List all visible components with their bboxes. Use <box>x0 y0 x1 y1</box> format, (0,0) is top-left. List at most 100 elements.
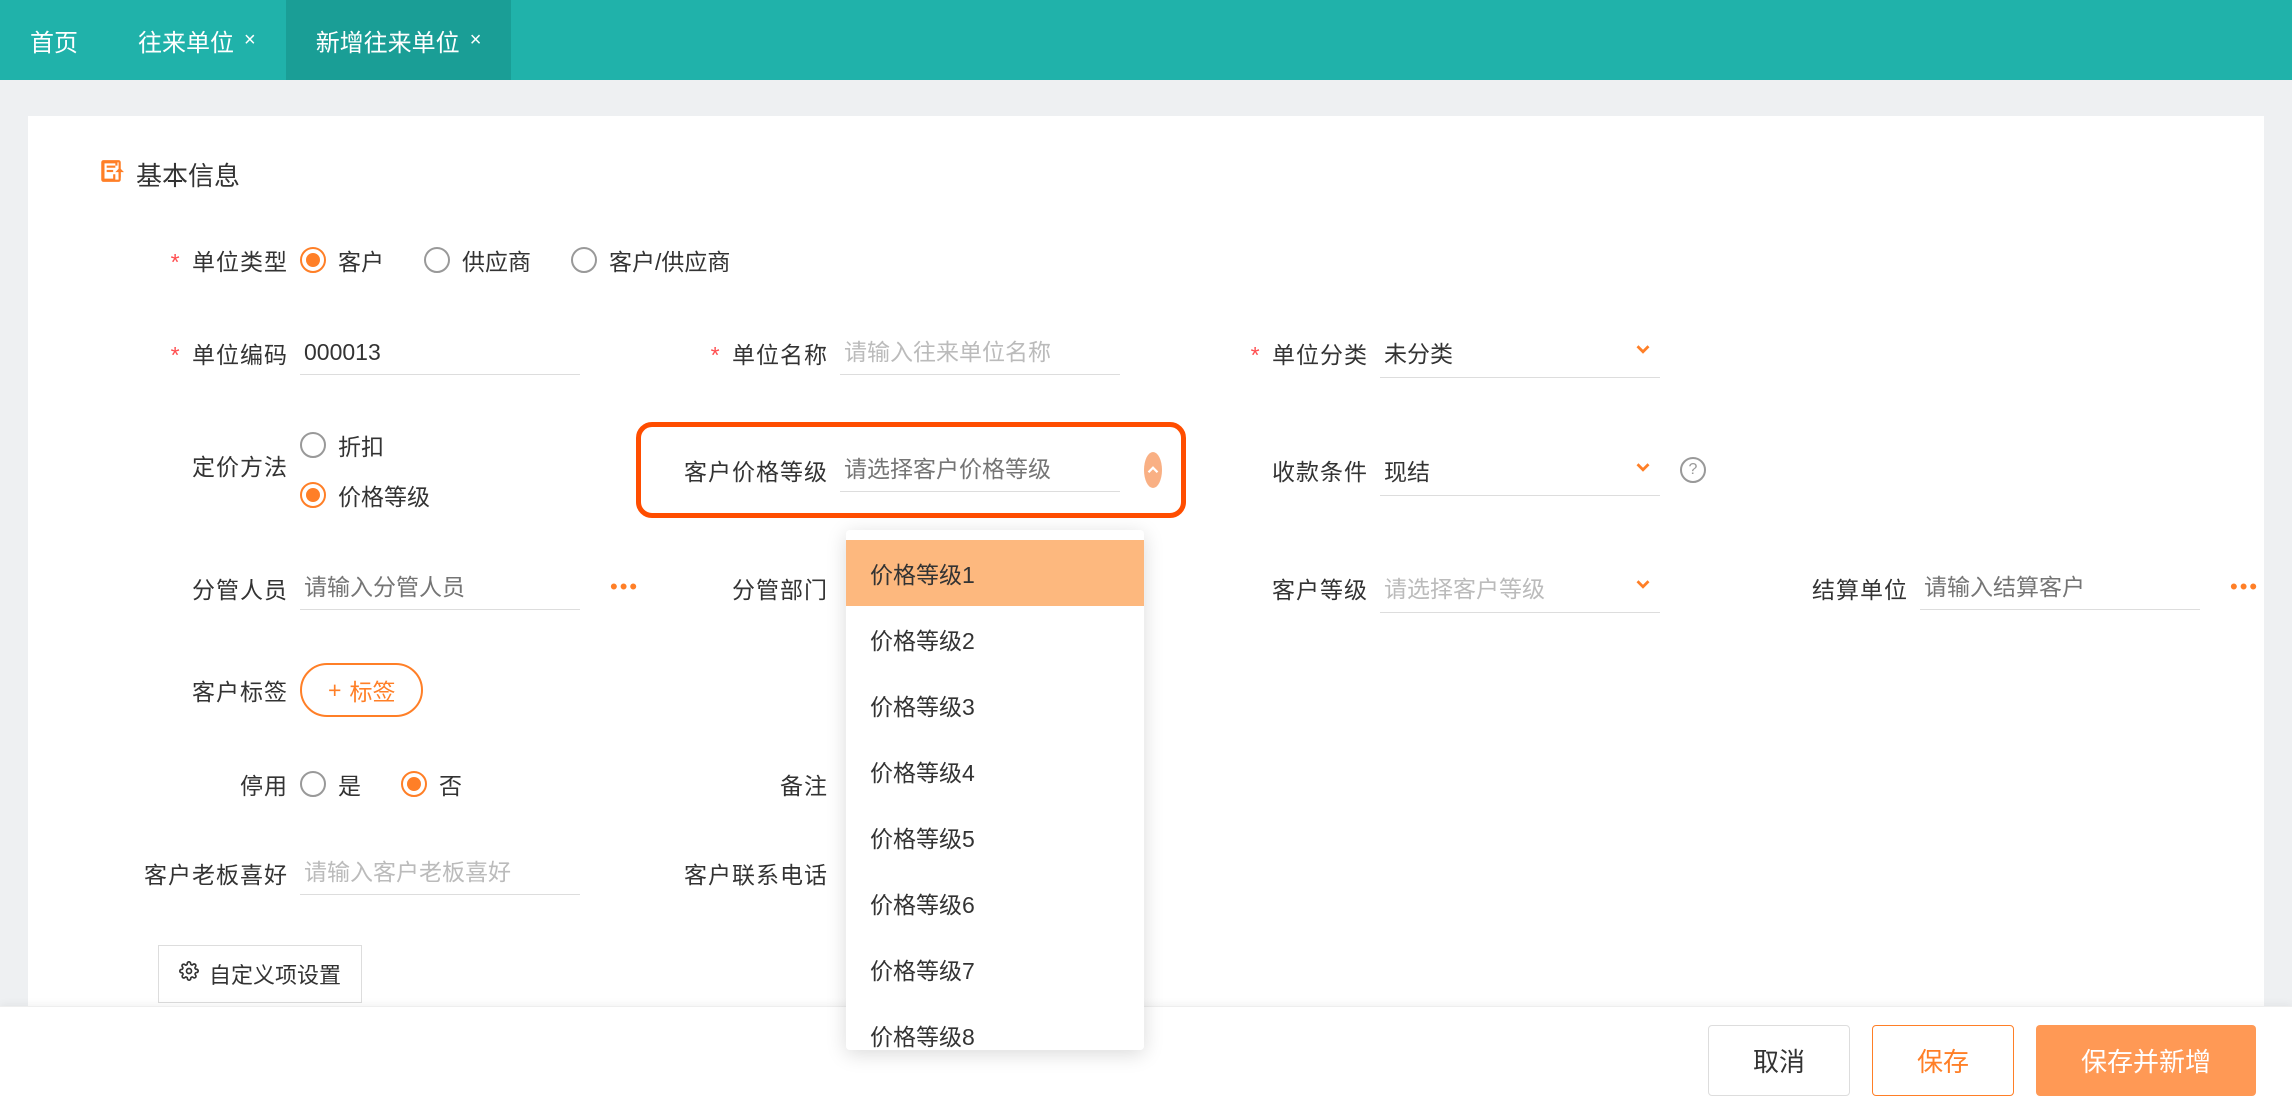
radio-icon <box>401 771 427 797</box>
label-pricing-method: 定价方法 <box>128 428 288 482</box>
label-unit-name: 单位名称 <box>668 336 828 370</box>
dropdown-item[interactable]: 价格等级5 <box>846 804 1144 870</box>
radio-supplier[interactable]: 供应商 <box>424 243 531 277</box>
help-icon[interactable]: ? <box>1680 457 1706 483</box>
tab-contacts[interactable]: 往来单位 × <box>108 0 286 80</box>
chevron-up-icon <box>1144 452 1162 488</box>
label-customer-tag: 客户标签 <box>128 673 288 707</box>
section-header: 基本信息 <box>98 156 2194 193</box>
radio-yes[interactable]: 是 <box>300 767 361 801</box>
radio-label: 客户 <box>338 243 384 277</box>
custom-fields-button[interactable]: 自定义项设置 <box>158 945 362 1003</box>
input-unit-code[interactable] <box>300 331 580 375</box>
radio-label: 是 <box>338 767 361 801</box>
radio-label: 否 <box>439 767 462 801</box>
radio-both[interactable]: 客户/供应商 <box>571 243 730 277</box>
dropdown-price-level[interactable]: 价格等级1 价格等级2 价格等级3 价格等级4 价格等级5 价格等级6 价格等级… <box>846 530 1144 1050</box>
input-settlement[interactable] <box>1920 566 2224 609</box>
chevron-down-icon <box>1626 456 1660 484</box>
select-price-level[interactable] <box>840 448 1120 492</box>
tab-add-contact[interactable]: 新增往来单位 × <box>286 0 512 80</box>
label-manager: 分管人员 <box>128 571 288 605</box>
label-unit-code: 单位编码 <box>128 336 288 370</box>
label-disabled: 停用 <box>128 767 288 801</box>
radio-no[interactable]: 否 <box>401 767 462 801</box>
select-unit-category[interactable]: 未分类 <box>1380 327 1660 378</box>
close-icon[interactable]: × <box>244 29 256 52</box>
gear-icon <box>179 961 199 987</box>
dropdown-item[interactable]: 价格等级1 <box>846 540 1144 606</box>
field-pricing-method: 定价方法 折扣 价格等级 <box>128 428 658 512</box>
radio-group-unit-type: 客户 供应商 客户/供应商 <box>300 243 730 277</box>
dropdown-item[interactable]: 价格等级4 <box>846 738 1144 804</box>
save-button[interactable]: 保存 <box>1872 1025 2014 1096</box>
radio-label: 客户/供应商 <box>609 243 730 277</box>
select-value: 现结 <box>1380 445 1626 495</box>
radio-group-pricing: 折扣 价格等级 <box>300 428 430 512</box>
label-customer-level: 客户等级 <box>1208 571 1368 605</box>
radio-customer[interactable]: 客户 <box>300 243 384 277</box>
section-title: 基本信息 <box>136 156 240 193</box>
radio-group-disabled: 是 否 <box>300 767 462 801</box>
close-icon[interactable]: × <box>470 29 482 52</box>
label-settlement-unit: 结算单位 <box>1748 571 1908 605</box>
input-unit-name[interactable] <box>840 331 1120 375</box>
select-value: 未分类 <box>1380 327 1626 377</box>
more-icon[interactable]: ••• <box>2224 574 2265 600</box>
radio-label: 折扣 <box>338 428 384 462</box>
radio-price-level[interactable]: 价格等级 <box>300 478 430 512</box>
label-contact-phone: 客户联系电话 <box>668 856 828 890</box>
save-and-new-button[interactable]: 保存并新增 <box>2036 1025 2256 1096</box>
field-settlement-unit: 结算单位 ••• <box>1748 566 2278 610</box>
tab-label: 往来单位 <box>138 23 234 58</box>
tab-home[interactable]: 首页 <box>0 0 108 80</box>
chevron-down-icon <box>1626 338 1660 366</box>
field-manager: 分管人员 ••• <box>128 566 658 610</box>
dropdown-item[interactable]: 价格等级3 <box>846 672 1144 738</box>
field-disabled: 停用 是 否 <box>128 767 658 801</box>
radio-discount[interactable]: 折扣 <box>300 428 430 462</box>
field-unit-category: 单位分类 未分类 <box>1208 327 1738 378</box>
radio-label: 供应商 <box>462 243 531 277</box>
more-icon[interactable]: ••• <box>604 574 645 600</box>
radio-icon <box>300 247 326 273</box>
input-boss-pref[interactable] <box>300 851 580 895</box>
input-manager-wrap[interactable]: ••• <box>300 566 580 610</box>
dropdown-item[interactable]: 价格等级8 <box>846 1002 1144 1050</box>
dropdown-item[interactable]: 价格等级2 <box>846 606 1144 672</box>
radio-icon <box>300 482 326 508</box>
input-settlement-wrap[interactable]: ••• <box>1920 566 2200 610</box>
label-unit-type: 单位类型 <box>128 243 288 277</box>
select-placeholder: 请选择客户等级 <box>1380 562 1626 612</box>
select-payment-terms[interactable]: 现结 <box>1380 445 1660 496</box>
tag-btn-label: 标签 <box>349 673 395 707</box>
field-boss-pref: 客户老板喜好 <box>128 851 658 895</box>
radio-icon <box>571 247 597 273</box>
label-price-level: 客户价格等级 <box>668 453 828 487</box>
field-customer-tag: 客户标签 + 标签 <box>128 663 2278 717</box>
field-customer-level: 客户等级 请选择客户等级 <box>1208 562 1738 613</box>
field-payment-terms: 收款条件 现结 ? <box>1208 445 1738 496</box>
tab-label: 首页 <box>30 23 78 58</box>
radio-icon <box>424 247 450 273</box>
dropdown-item[interactable]: 价格等级7 <box>846 936 1144 1002</box>
field-price-level: 客户价格等级 <box>668 448 1198 492</box>
tab-bar: 首页 往来单位 × 新增往来单位 × <box>0 0 2292 80</box>
add-tag-button[interactable]: + 标签 <box>300 663 423 717</box>
plus-icon: + <box>328 677 341 704</box>
radio-icon <box>300 432 326 458</box>
label-department: 分管部门 <box>668 571 828 605</box>
custom-fields-label: 自定义项设置 <box>209 958 341 990</box>
cancel-button[interactable]: 取消 <box>1708 1025 1850 1096</box>
label-boss-pref: 客户老板喜好 <box>128 856 288 890</box>
label-payment-terms: 收款条件 <box>1208 453 1368 487</box>
select-customer-level[interactable]: 请选择客户等级 <box>1380 562 1660 613</box>
label-remark: 备注 <box>668 767 828 801</box>
radio-label: 价格等级 <box>338 478 430 512</box>
input-manager[interactable] <box>300 566 604 609</box>
input-price-level[interactable] <box>840 448 1144 491</box>
dropdown-item[interactable]: 价格等级6 <box>846 870 1144 936</box>
footer-bar: 取消 保存 保存并新增 <box>0 1006 2292 1114</box>
tab-label: 新增往来单位 <box>316 23 460 58</box>
note-icon <box>98 158 124 191</box>
